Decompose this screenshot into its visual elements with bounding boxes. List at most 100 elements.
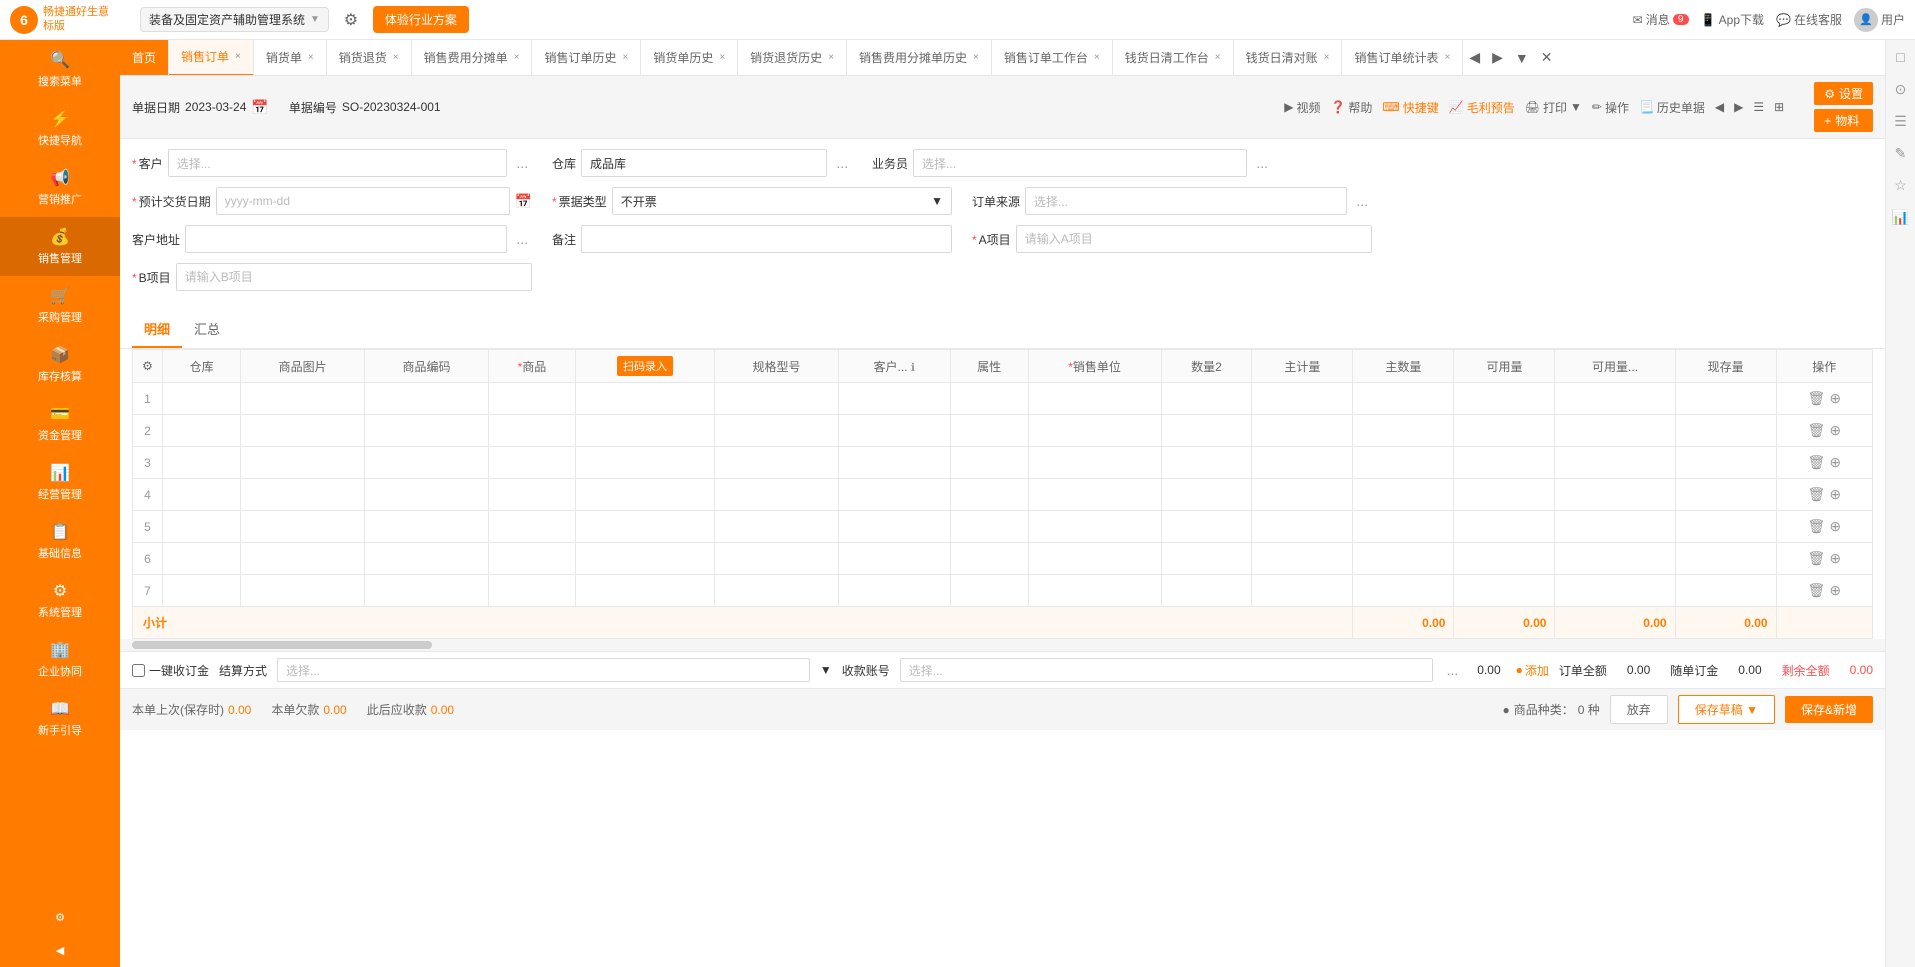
right-icon-3[interactable]: ☰: [1889, 109, 1913, 133]
system-selector[interactable]: 装备及固定资产辅助管理系统 ▼: [140, 7, 329, 32]
cell-main-quantity[interactable]: [1353, 511, 1454, 543]
cell-customer-code[interactable]: [839, 383, 951, 415]
row-delete-icon[interactable]: 🗑: [1808, 550, 1826, 567]
scan-button[interactable]: 扫码录入: [617, 356, 673, 376]
tab-expense-history[interactable]: 销售费用分摊单历史 ×: [847, 40, 992, 76]
cell-spec[interactable]: [715, 575, 839, 607]
help-button[interactable]: ❓ 帮助: [1330, 99, 1372, 116]
a-project-input[interactable]: [1016, 225, 1372, 253]
cell-product-name[interactable]: [488, 543, 575, 575]
tab-sales-return-history[interactable]: 销货退货历史 ×: [738, 40, 847, 76]
sidebar-item-inventory[interactable]: 📦 库存核算: [0, 335, 120, 394]
customer-input[interactable]: 选择...: [168, 149, 508, 177]
order-source-dots-button[interactable]: ...: [1352, 193, 1372, 209]
cell-warehouse[interactable]: [163, 415, 241, 447]
industry-solution-button[interactable]: 体验行业方案: [373, 6, 469, 33]
sidebar-settings-button[interactable]: ⚙: [0, 901, 120, 934]
cell-attribute[interactable]: [950, 447, 1028, 479]
cell-customer-code[interactable]: [839, 511, 951, 543]
sidebar-item-purchase[interactable]: 🛒 采购管理: [0, 276, 120, 335]
cell-spec[interactable]: [715, 511, 839, 543]
tab-close-icon[interactable]: ×: [1324, 52, 1330, 63]
tab-sales-invoice-history[interactable]: 销货单历史 ×: [641, 40, 738, 76]
save-new-button[interactable]: 保存&新增: [1785, 696, 1873, 723]
row-copy-icon[interactable]: ⊕: [1829, 422, 1841, 439]
settings-panel-button[interactable]: ⚙ 设置: [1814, 82, 1873, 105]
tab-close-icon[interactable]: ×: [622, 52, 628, 63]
tab-sales-return[interactable]: 销货退货 ×: [327, 40, 412, 76]
row-copy-icon[interactable]: ⊕: [1829, 518, 1841, 535]
tab-close-icon[interactable]: ×: [235, 51, 241, 62]
tab-close-icon[interactable]: ×: [973, 52, 979, 63]
col-settings[interactable]: ⚙: [133, 350, 163, 383]
sidebar-item-sales[interactable]: 💰 销售管理: [0, 217, 120, 276]
cell-product-name[interactable]: [488, 447, 575, 479]
cell-main-quantity[interactable]: [1353, 479, 1454, 511]
order-source-input[interactable]: 选择...: [1025, 187, 1347, 215]
save-draft-button[interactable]: 保存草稿 ▼: [1678, 695, 1775, 724]
print-button[interactable]: 🖨 打印 ▼: [1525, 99, 1582, 116]
cell-main-quantity[interactable]: [1353, 383, 1454, 415]
tab-summary[interactable]: 汇总: [182, 311, 232, 348]
history-button[interactable]: 📃 历史单据: [1639, 99, 1705, 116]
tab-sales-expense[interactable]: 销售费用分摊单 ×: [412, 40, 533, 76]
view-toggle-button[interactable]: ☰: [1753, 100, 1764, 114]
tab-detail[interactable]: 明细: [132, 311, 182, 348]
nav-prev-button[interactable]: ◀: [1715, 100, 1724, 114]
horizontal-scrollbar[interactable]: [120, 639, 1885, 651]
tab-sales-order-history[interactable]: 销售订单历史 ×: [532, 40, 641, 76]
tab-menu-button[interactable]: ▼: [1509, 50, 1535, 66]
tab-close-icon[interactable]: ×: [1444, 52, 1450, 63]
sidebar-item-system[interactable]: ⚙ 系统管理: [0, 571, 120, 630]
settlement-select[interactable]: 选择...: [277, 658, 810, 682]
cell-attribute[interactable]: [950, 511, 1028, 543]
cell-sales-unit[interactable]: [1028, 383, 1161, 415]
tab-daily-workbench[interactable]: 钱货日清工作台 ×: [1113, 40, 1234, 76]
cell-attribute[interactable]: [950, 575, 1028, 607]
right-icon-1[interactable]: □: [1889, 45, 1913, 69]
cell-spec[interactable]: [715, 479, 839, 511]
tab-close-icon[interactable]: ×: [514, 52, 520, 63]
one-key-checkbox[interactable]: [132, 664, 145, 677]
cell-main-quantity[interactable]: [1353, 575, 1454, 607]
cell-main-quantity[interactable]: [1353, 415, 1454, 447]
one-key-settle-checkbox[interactable]: 一键收订金: [132, 662, 209, 679]
profit-button[interactable]: 📈 毛利预告: [1449, 99, 1515, 116]
cell-customer-code[interactable]: [839, 543, 951, 575]
tab-sales-invoice[interactable]: 销货单 ×: [254, 40, 327, 76]
cell-attribute[interactable]: [950, 415, 1028, 447]
cell-warehouse[interactable]: [163, 447, 241, 479]
col-scan-entry[interactable]: 扫码录入: [576, 350, 715, 383]
view-button[interactable]: ▶ 视频: [1284, 99, 1320, 116]
app-download-button[interactable]: 📱 App下载: [1701, 11, 1764, 28]
notes-input[interactable]: [581, 225, 952, 253]
invoice-type-select[interactable]: 不开票 ▼: [612, 187, 952, 215]
message-button[interactable]: ✉ 消息 9: [1633, 11, 1689, 28]
tab-close-icon[interactable]: ×: [1094, 52, 1100, 63]
cell-sales-unit[interactable]: [1028, 575, 1161, 607]
cell-quantity2[interactable]: [1161, 543, 1252, 575]
operation-button[interactable]: ✏ 操作: [1592, 99, 1629, 116]
sidebar-item-enterprise[interactable]: 🏢 企业协同: [0, 630, 120, 689]
row-delete-icon[interactable]: 🗑: [1808, 518, 1826, 535]
cell-sales-unit[interactable]: [1028, 447, 1161, 479]
cell-customer-code[interactable]: [839, 479, 951, 511]
cell-quantity2[interactable]: [1161, 447, 1252, 479]
cell-product-code[interactable]: [365, 383, 489, 415]
cell-product-name[interactable]: [488, 415, 575, 447]
row-copy-icon[interactable]: ⊕: [1829, 390, 1841, 407]
right-icon-2[interactable]: ⊙: [1889, 77, 1913, 101]
cell-product-name[interactable]: [488, 575, 575, 607]
cell-product-name[interactable]: [488, 383, 575, 415]
cell-spec[interactable]: [715, 543, 839, 575]
material-button[interactable]: + 物料: [1814, 109, 1873, 132]
user-avatar[interactable]: 👤 用户: [1854, 8, 1905, 32]
row-delete-icon[interactable]: 🗑: [1808, 486, 1826, 503]
cell-spec[interactable]: [715, 415, 839, 447]
cell-attribute[interactable]: [950, 383, 1028, 415]
delivery-date-input[interactable]: [216, 187, 510, 215]
cell-warehouse[interactable]: [163, 479, 241, 511]
row-delete-icon[interactable]: 🗑: [1808, 390, 1826, 407]
scroll-thumb[interactable]: [132, 641, 432, 649]
tab-close-all-button[interactable]: ✕: [1535, 49, 1559, 66]
